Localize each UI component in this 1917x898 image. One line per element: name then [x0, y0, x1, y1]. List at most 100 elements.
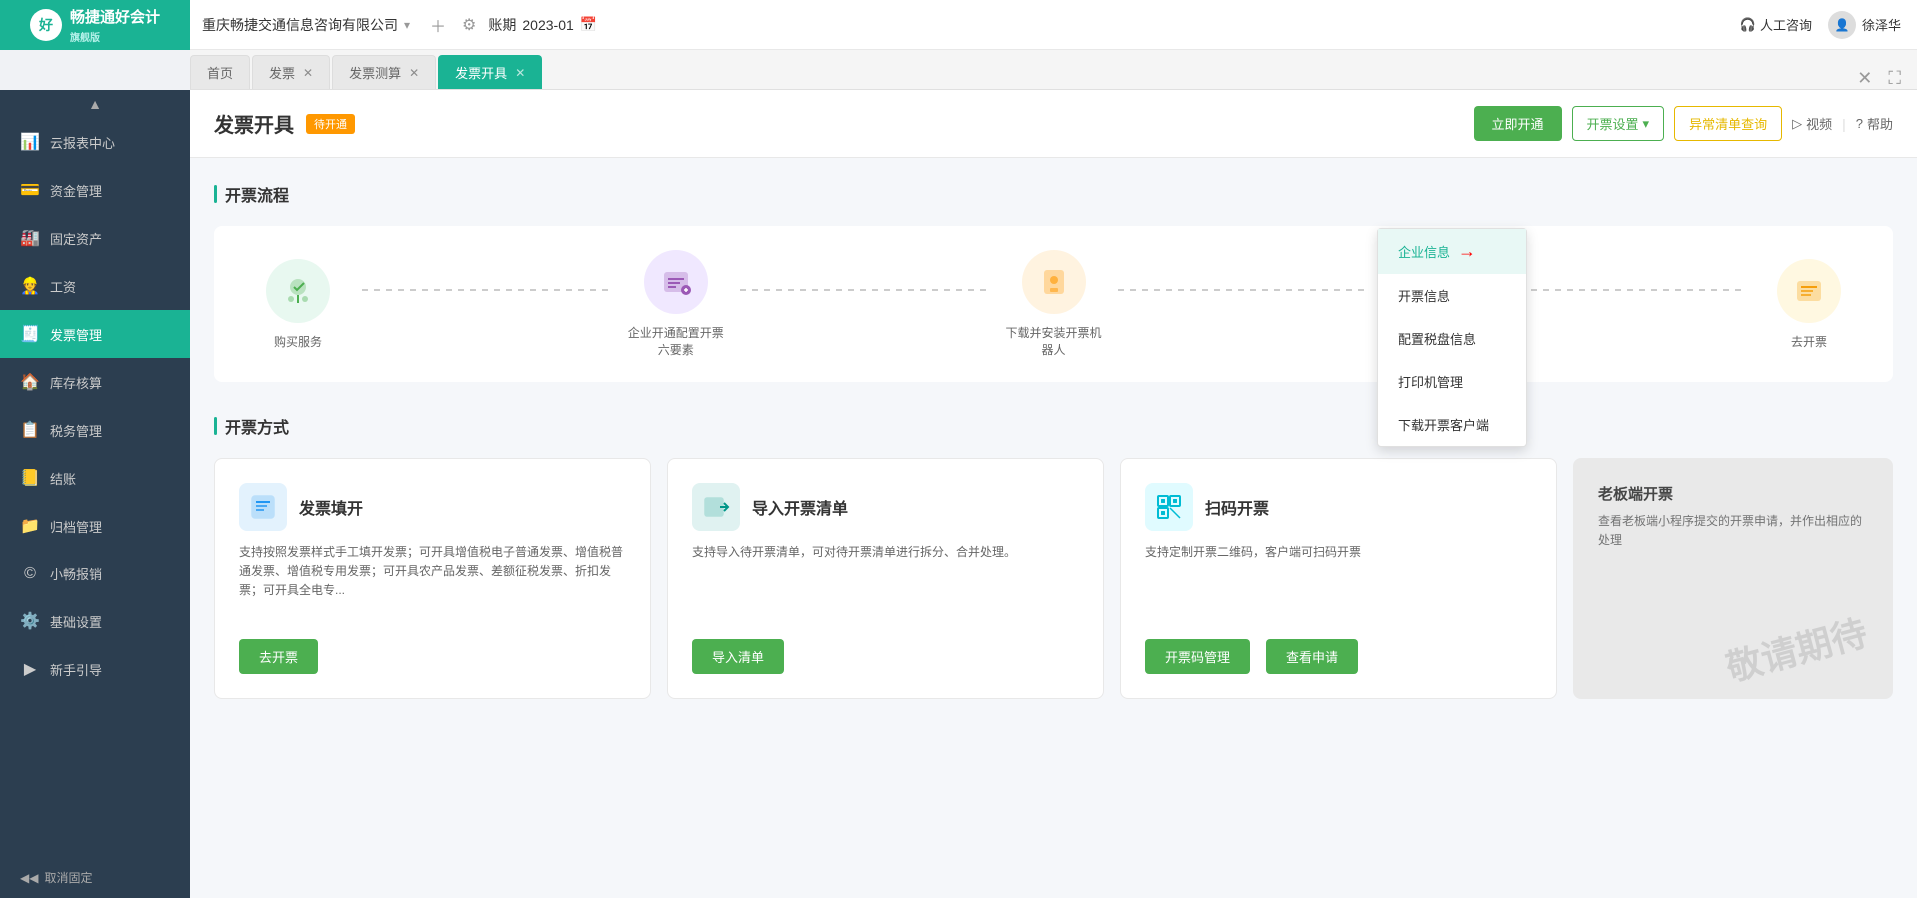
step-5-icon	[1777, 259, 1841, 323]
dropdown-invoice-info-label: 开票信息	[1398, 286, 1450, 305]
step-3-icon	[1022, 250, 1086, 314]
pin-icon: ◀◀	[20, 871, 38, 885]
sidebar-item-tax-mgmt[interactable]: 📋 税务管理	[0, 406, 190, 454]
company-selector[interactable]: 重庆畅捷交通信息咨询有限公司 ▾	[202, 15, 410, 35]
calendar-icon[interactable]: 📅	[580, 16, 597, 33]
fill-invoice-button[interactable]: 去开票	[239, 639, 318, 674]
fill-invoice-title: 发票填开	[299, 495, 363, 519]
tab-invoice-issue-close[interactable]: ✕	[515, 66, 525, 80]
logo-area: 好 畅捷通好会计 旗舰版	[0, 0, 190, 50]
inventory-icon: 🏠	[20, 372, 40, 392]
method-header-import-list: 导入开票清单	[692, 483, 1079, 531]
sidebar-item-fund-mgmt[interactable]: 💳 资金管理	[0, 166, 190, 214]
sidebar-item-basic-settings-label: 基础设置	[50, 612, 102, 631]
play-icon: ▷	[1792, 116, 1802, 132]
tab-invoice-issue[interactable]: 发票开具 ✕	[438, 55, 542, 89]
service-button[interactable]: 🎧 人工咨询	[1740, 15, 1812, 34]
sidebar-item-new-guide-label: 新手引导	[50, 660, 102, 679]
sidebar-item-new-guide[interactable]: ▶ 新手引导	[0, 645, 190, 693]
scan-invoice-btn2[interactable]: 查看申请	[1266, 639, 1358, 674]
status-badge: 待开通	[306, 114, 355, 134]
tab-home[interactable]: 首页	[190, 55, 250, 89]
flow-step-2: 企业开通配置开票六要素	[616, 250, 736, 358]
flow-step-1: 购买服务	[238, 259, 358, 350]
settlement-icon: 📒	[20, 468, 40, 488]
sidebar-item-inventory[interactable]: 🏠 库存核算	[0, 358, 190, 406]
step-connector-3	[1118, 289, 1368, 291]
video-label: 视频	[1806, 114, 1832, 133]
period-value: 2023-01	[522, 17, 573, 33]
scan-invoice-icon	[1145, 483, 1193, 531]
sidebar-item-basic-settings[interactable]: ⚙️ 基础设置	[0, 597, 190, 645]
dropdown-item-download-client[interactable]: 下载开票客户端	[1378, 403, 1526, 446]
method-header-fill-invoice: 发票填开	[239, 483, 626, 531]
settings-icon[interactable]: ⚙	[462, 15, 476, 35]
import-list-title: 导入开票清单	[752, 495, 848, 519]
page-title: 发票开具	[214, 109, 294, 138]
dropdown-item-printer-mgmt[interactable]: 打印机管理	[1378, 360, 1526, 403]
activate-button[interactable]: 立即开通	[1474, 106, 1562, 141]
dropdown-item-invoice-info[interactable]: 开票信息	[1378, 274, 1526, 317]
fill-invoice-desc: 支持按照发票样式手工填开发票；可开具增值税电子普通发票、增值税普通发票、增值税专…	[239, 543, 626, 623]
sidebar-item-xiaochang-report[interactable]: © 小畅报销	[0, 550, 190, 597]
step-2-icon	[644, 250, 708, 314]
sidebar-cancel-pin[interactable]: ◀◀ 取消固定	[0, 857, 190, 898]
invoice-mgmt-icon: 🧾	[20, 324, 40, 344]
flow-section-title: 开票流程	[214, 182, 1893, 206]
sidebar-item-xiaochang-report-label: 小畅报销	[50, 564, 102, 583]
step-connector-2	[740, 289, 990, 291]
sidebar-item-settlement[interactable]: 📒 结账	[0, 454, 190, 502]
sidebar-item-salary[interactable]: 👷 工资	[0, 262, 190, 310]
tab-close-all-icon[interactable]: ✕	[1849, 68, 1880, 89]
tab-invoice-close[interactable]: ✕	[303, 66, 313, 80]
flow-step-3: 下载并安装开票机器人	[994, 250, 1114, 358]
sidebar-item-salary-label: 工资	[50, 277, 76, 296]
company-name: 重庆畅捷交通信息咨询有限公司	[202, 15, 398, 35]
tab-invoice[interactable]: 发票 ✕	[252, 55, 330, 89]
add-company-icon[interactable]: ＋	[430, 13, 446, 37]
user-area[interactable]: 👤 徐泽华	[1828, 11, 1901, 39]
help-button[interactable]: ? 帮助	[1856, 114, 1893, 133]
import-list-desc: 支持导入待开票清单，可对待开票清单进行拆分、合并处理。	[692, 543, 1079, 623]
sidebar-scroll-up[interactable]: ▲	[0, 90, 190, 118]
tab-invoice-issue-label: 发票开具	[455, 63, 507, 82]
methods-grid: 发票填开 支持按照发票样式手工填开发票；可开具增值税电子普通发票、增值税普通发票…	[214, 458, 1893, 699]
tab-invoice-calc-close[interactable]: ✕	[409, 66, 419, 80]
tab-invoice-calc[interactable]: 发票测算 ✕	[332, 55, 436, 89]
tab-bar: 首页 发票 ✕ 发票测算 ✕ 发票开具 ✕ ✕ ⛶	[190, 50, 1917, 90]
salary-icon: 👷	[20, 276, 40, 296]
basic-settings-icon: ⚙️	[20, 611, 40, 631]
sidebar-item-archive-mgmt[interactable]: 📁 归档管理	[0, 502, 190, 550]
step-2-label: 企业开通配置开票六要素	[626, 324, 726, 358]
main-content: 开票流程 购买服务 企业开通配置开票六	[190, 158, 1917, 723]
sidebar-item-fixed-assets[interactable]: 🏭 固定资产	[0, 214, 190, 262]
dropdown-item-tax-disk-config[interactable]: 配置税盘信息	[1378, 317, 1526, 360]
top-right: 🎧 人工咨询 👤 徐泽华	[1740, 11, 1901, 39]
red-arrow-icon: →	[1458, 241, 1476, 262]
page-header: 发票开具 待开通 立即开通 开票设置 ▾ 异常清单查询 ▷ 视频 | ?	[190, 90, 1917, 158]
tab-home-label: 首页	[207, 63, 233, 82]
sidebar-item-cloud-report[interactable]: 📊 云报表中心	[0, 118, 190, 166]
sidebar-item-archive-mgmt-label: 归档管理	[50, 517, 102, 536]
sidebar-item-invoice-mgmt[interactable]: 🧾 发票管理	[0, 310, 190, 358]
scan-invoice-btn1[interactable]: 开票码管理	[1145, 639, 1250, 674]
step-connector-4	[1495, 289, 1745, 291]
import-list-button[interactable]: 导入清单	[692, 639, 784, 674]
step-connector-1	[362, 289, 612, 291]
settings-dropdown-arrow: ▾	[1643, 116, 1650, 132]
service-label: 人工咨询	[1760, 15, 1812, 34]
settings-button[interactable]: 开票设置 ▾	[1572, 106, 1665, 141]
video-button[interactable]: ▷ 视频	[1792, 114, 1832, 133]
step-1-icon	[266, 259, 330, 323]
dropdown-item-company-info[interactable]: 企业信息 →	[1378, 229, 1526, 274]
period-label: 账期	[488, 15, 516, 35]
tab-invoice-label: 发票	[269, 63, 295, 82]
tab-expand-icon[interactable]: ⛶	[1880, 68, 1909, 89]
top-actions: ＋ ⚙	[430, 13, 476, 37]
fund-mgmt-icon: 💳	[20, 180, 40, 200]
exception-list-button[interactable]: 异常清单查询	[1674, 106, 1782, 141]
help-icon: ?	[1856, 116, 1863, 131]
sidebar-item-cloud-report-label: 云报表中心	[50, 133, 115, 152]
fill-invoice-icon	[239, 483, 287, 531]
content-area: 发票开具 待开通 立即开通 开票设置 ▾ 异常清单查询 ▷ 视频 | ?	[190, 90, 1917, 898]
